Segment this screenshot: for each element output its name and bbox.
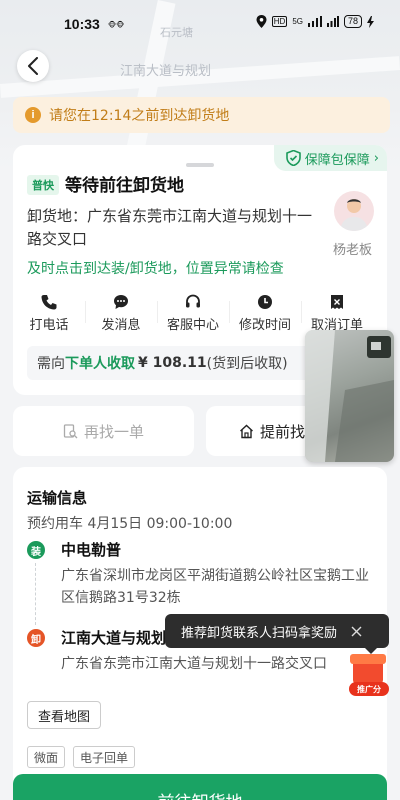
load-location-name: 中电勒普 <box>61 541 122 559</box>
cancel-order-icon <box>331 294 343 309</box>
floating-video-window[interactable] <box>305 330 394 462</box>
payment-suffix: (货到后收取) <box>206 356 288 372</box>
go-to-unload-button[interactable]: 前往卸货地 <box>13 774 387 800</box>
find-another-label: 再找一单 <box>83 422 144 441</box>
promotion-gift-button[interactable]: 推广分 <box>347 650 391 700</box>
call-button[interactable]: 打电话 <box>13 289 85 337</box>
gift-lid-icon <box>350 654 386 664</box>
route-connector <box>35 563 36 625</box>
status-indicators: HD 5G 78 <box>256 15 374 28</box>
call-label: 打电话 <box>29 317 69 333</box>
drag-handle[interactable] <box>186 163 214 167</box>
back-button[interactable] <box>17 50 49 82</box>
charging-icon <box>367 15 374 28</box>
vehicle-tags: 微面 电子回单 <box>27 746 136 768</box>
view-map-button[interactable]: 查看地图 <box>27 701 102 729</box>
customer-service-label: 客服中心 <box>166 317 219 333</box>
arrival-deadline-notice: i 请您在12:14之前到达卸货地 <box>13 97 390 133</box>
unload-marker: 卸 <box>27 629 45 647</box>
unload-address: 卸货地：广东省东莞市江南大道与规划十一路交叉口 <box>27 207 313 248</box>
unload-location-address: 广东省东莞市江南大道与规划十一路交叉口 <box>61 656 327 672</box>
close-icon[interactable] <box>351 626 362 637</box>
shield-icon <box>285 150 301 166</box>
status-notification-icons: 🐵🐵 <box>108 21 125 29</box>
load-marker: 装 <box>27 541 45 559</box>
change-time-label: 修改时间 <box>238 317 291 333</box>
booking-time: 预约用车 4月15日 09:00-10:00 <box>27 516 233 532</box>
location-icon <box>256 15 267 28</box>
order-status-title: 等待前往卸货地 <box>65 176 184 196</box>
advance-find-label: 提前找 <box>260 422 306 441</box>
video-preview-image <box>305 330 394 462</box>
payment-amount: ¥ 108.11 <box>138 355 207 371</box>
search-document-icon <box>63 423 78 438</box>
home-icon <box>240 424 253 438</box>
arrival-hint[interactable]: 及时点击到达装/卸货地，位置异常请检查 <box>27 258 284 278</box>
customer-service-button[interactable]: 客服中心 <box>157 289 229 337</box>
payment-prefix: 需向 <box>37 356 65 372</box>
chevron-right-icon: › <box>373 150 379 166</box>
info-icon: i <box>25 107 41 123</box>
notice-text: 请您在12:14之前到达卸货地 <box>49 108 230 124</box>
signal-icon <box>307 16 322 27</box>
payment-payer: 下单人收取 <box>65 356 135 372</box>
guarantee-label: 保障包保障 <box>304 152 370 168</box>
chevron-left-icon <box>28 57 38 75</box>
driver-avatar[interactable] <box>334 191 374 231</box>
map-label-road: 江南大道与规划 <box>120 64 212 79</box>
change-time-button[interactable]: 修改时间 <box>229 289 301 337</box>
signal-icon-2 <box>326 16 339 27</box>
hd-label: HD <box>271 16 288 27</box>
clock-icon <box>258 294 272 309</box>
service-type-tag: 普快 <box>27 175 59 195</box>
recommend-contact-tooltip[interactable]: 推荐卸货联系人扫码拿奖励 <box>165 614 389 654</box>
tooltip-text: 推荐卸货联系人扫码拿奖励 <box>181 625 338 641</box>
battery-indicator: 78 <box>343 15 362 28</box>
message-icon <box>114 294 128 309</box>
promo-badge: 推广分 <box>349 682 389 696</box>
tag-chip: 微面 <box>27 746 66 768</box>
status-bar: 10:33 🐵🐵 HD 5G 78 <box>0 0 400 46</box>
tag-chip: 电子回单 <box>73 746 136 768</box>
status-time: 10:33 <box>64 16 100 32</box>
transport-title: 运输信息 <box>27 489 88 507</box>
signal-label: 5G <box>292 17 303 26</box>
phone-icon <box>41 294 57 309</box>
guarantee-package-link[interactable]: 保障包保障 › <box>273 145 387 171</box>
find-another-order-button[interactable]: 再找一单 <box>13 406 194 456</box>
user-avatar-icon <box>340 199 368 231</box>
driver-name: 杨老板 <box>333 243 373 258</box>
headset-icon <box>186 294 200 307</box>
load-location-address: 广东省深圳市龙岗区平湖街道鹅公岭社区宝鹅工业区信鹅路31号32栋 <box>61 568 369 606</box>
message-button[interactable]: 发消息 <box>85 289 157 337</box>
message-label: 发消息 <box>101 317 141 333</box>
